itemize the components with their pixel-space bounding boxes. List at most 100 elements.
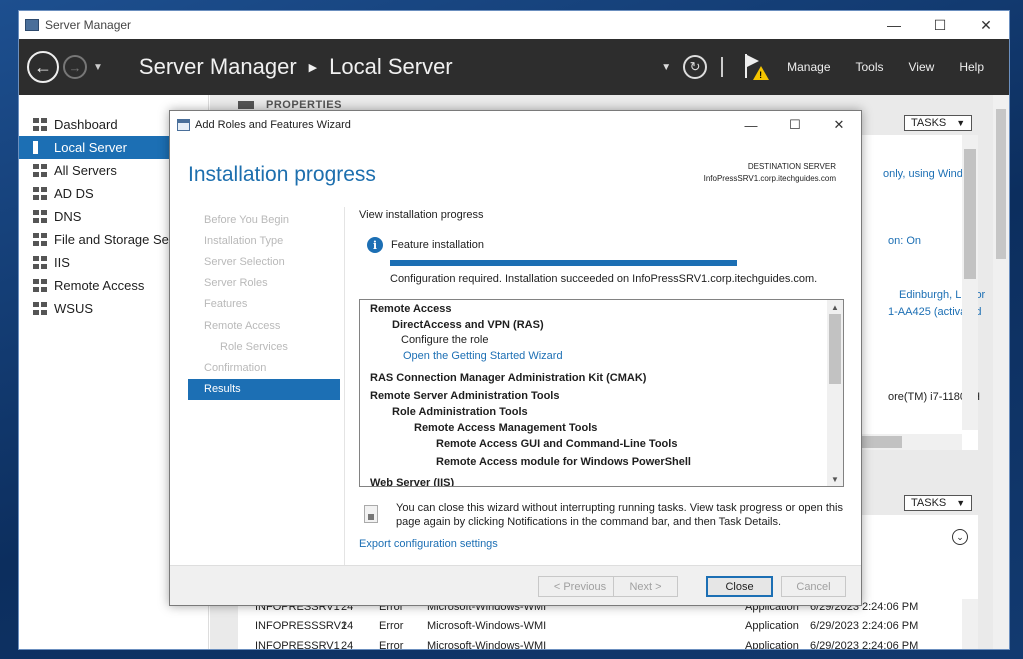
window-title: Server Manager (45, 18, 132, 32)
export-configuration-link[interactable]: Export configuration settings (359, 538, 498, 550)
result-directaccess-vpn: DirectAccess and VPN (RAS) (392, 319, 544, 331)
ad-ds-icon (33, 187, 47, 200)
next-button[interactable]: Next > (613, 576, 678, 597)
destination-label: DESTINATION SERVER (747, 162, 836, 171)
sidebar-item-label: AD DS (54, 186, 94, 201)
getting-started-wizard-link[interactable]: Open the Getting Started Wizard (403, 350, 563, 362)
installation-status: Configuration required. Installation suc… (390, 273, 818, 285)
step-features: Features (204, 298, 248, 311)
result-configure-role: Configure the role (401, 334, 489, 346)
breadcrumb-separator-icon: ▶ (308, 61, 318, 74)
remote-access-icon (33, 279, 47, 292)
event-severity: Error (379, 640, 404, 650)
tasks-label: TASKS (911, 117, 947, 129)
sidebar-item-label: WSUS (54, 301, 93, 316)
event-date: 6/29/2023 2:24:06 PM (810, 620, 919, 632)
refresh-icon[interactable]: ↻ (683, 55, 708, 79)
cancel-button[interactable]: Cancel (781, 576, 846, 597)
step-confirmation: Confirmation (204, 361, 267, 374)
scroll-down-icon[interactable]: ▼ (827, 472, 843, 486)
notifications-flag-icon[interactable]: ! (741, 52, 770, 82)
wizard-heading: Installation progress (188, 163, 376, 186)
all-servers-icon (33, 164, 47, 177)
destination-server-name: InfoPressSRV1.corp.itechguides.com (703, 174, 836, 183)
sidebar-item-label: All Servers (54, 163, 117, 178)
add-roles-wizard-dialog: Add Roles and Features Wizard — ☐ ✕ Inst… (169, 110, 862, 606)
previous-button[interactable]: < Previous (538, 576, 622, 597)
step-results[interactable]: Results (188, 378, 340, 400)
wizard-footer: < Previous Next > Close Cancel (170, 565, 861, 605)
minimize-icon[interactable]: — (729, 111, 773, 139)
menu-tools[interactable]: Tools (856, 60, 884, 74)
maximize-icon[interactable]: ☐ (773, 111, 817, 139)
sidebar-item-label: Remote Access (54, 278, 145, 293)
event-source: Microsoft-Windows-WMI (427, 620, 547, 632)
sidebar-item-label: IIS (54, 255, 70, 270)
result-cmak: RAS Connection Manager Administration Ki… (370, 372, 647, 384)
feature-installation-row: i Feature installation (367, 237, 484, 253)
minimize-icon[interactable]: — (871, 11, 917, 39)
scroll-up-icon[interactable]: ▲ (827, 300, 843, 314)
result-gui-cli-tools: Remote Access GUI and Command-Line Tools (436, 438, 678, 450)
info-icon: i (367, 237, 383, 253)
properties-tasks-dropdown[interactable]: TASKS ▼ (904, 115, 973, 131)
results-scrollbar[interactable]: ▲ ▼ (827, 300, 843, 486)
progress-fill (390, 260, 737, 266)
step-before-you-begin: Before You Begin (204, 213, 290, 226)
destination-server: DESTINATION SERVER InfoPressSRV1.corp.it… (704, 161, 836, 185)
step-server-selection: Server Selection (204, 255, 285, 268)
wizard-title: Add Roles and Features Wizard (195, 119, 351, 131)
close-button[interactable]: Close (706, 576, 773, 597)
sidebar-item-label: File and Storage Servi (54, 232, 183, 247)
dashboard-icon (33, 118, 47, 131)
server-manager-titlebar: Server Manager — ☐ ✕ (19, 11, 1009, 39)
step-server-roles: Server Roles (204, 277, 268, 290)
properties-vertical-scrollbar[interactable] (962, 135, 978, 430)
back-arrow-icon[interactable]: ← (27, 51, 59, 83)
result-powershell-module: Remote Access module for Windows PowerSh… (436, 456, 691, 468)
installation-progress-bar (390, 260, 737, 266)
events-vertical-scrollbar[interactable] (962, 599, 978, 649)
wizard-steps-nav: Before You Begin Installation Type Serve… (188, 209, 340, 400)
view-progress-label: View installation progress (359, 209, 484, 221)
defender-value[interactable]: on: On (888, 235, 921, 247)
sidebar-item-label: DNS (54, 209, 82, 224)
file-storage-icon (33, 233, 47, 246)
wizard-main: View installation progress i Feature ins… (359, 209, 844, 550)
event-severity: Error (379, 620, 404, 632)
properties-icon (238, 101, 254, 110)
table-row[interactable]: INFOPRESSRV1 24 Error Microsoft-Windows-… (238, 636, 978, 650)
event-log: Application (745, 640, 799, 650)
close-icon[interactable]: ✕ (963, 11, 1009, 39)
breadcrumb-dropdown-icon[interactable]: ▼ (661, 62, 671, 73)
task-details-icon (364, 505, 378, 523)
events-tasks-dropdown[interactable]: TASKS ▼ (904, 495, 973, 511)
wizard-titlebar: Add Roles and Features Wizard — ☐ ✕ (170, 111, 861, 139)
history-dropdown-icon[interactable]: ▼ (93, 62, 103, 73)
maximize-icon[interactable]: ☐ (917, 11, 963, 39)
close-icon[interactable]: ✕ (817, 111, 861, 139)
content-vertical-scrollbar[interactable] (993, 95, 1009, 649)
step-role-services: Role Services (220, 340, 288, 353)
server-manager-header: ← → ▼ Server Manager ▶ Local Server ▼ ↻ … (19, 39, 1009, 95)
event-log: Application (745, 620, 799, 632)
chevron-down-icon: ▼ (956, 118, 966, 128)
header-divider (721, 57, 724, 77)
menu-manage[interactable]: Manage (787, 60, 830, 74)
iis-icon (33, 256, 47, 269)
menu-help[interactable]: Help (959, 60, 984, 74)
menu-view[interactable]: View (909, 60, 935, 74)
server-manager-app-icon (25, 19, 39, 31)
table-row[interactable]: INFOPRESSSRV1 24 Error Microsoft-Windows… (238, 616, 978, 636)
close-wizard-note: You can close this wizard without interr… (359, 501, 844, 529)
wsus-icon (33, 302, 47, 315)
wizard-app-icon (177, 119, 190, 131)
breadcrumb: Server Manager ▶ Local Server (139, 54, 453, 80)
event-server: INFOPRESSRV1 (255, 640, 340, 650)
step-remote-access: Remote Access (204, 319, 281, 332)
local-server-icon (33, 141, 38, 154)
wizard-divider (344, 207, 345, 567)
event-source: Microsoft-Windows-WMI (427, 640, 547, 650)
forward-arrow-icon[interactable]: → (63, 55, 87, 79)
expand-chevron-icon[interactable]: ⌄ (952, 529, 968, 545)
